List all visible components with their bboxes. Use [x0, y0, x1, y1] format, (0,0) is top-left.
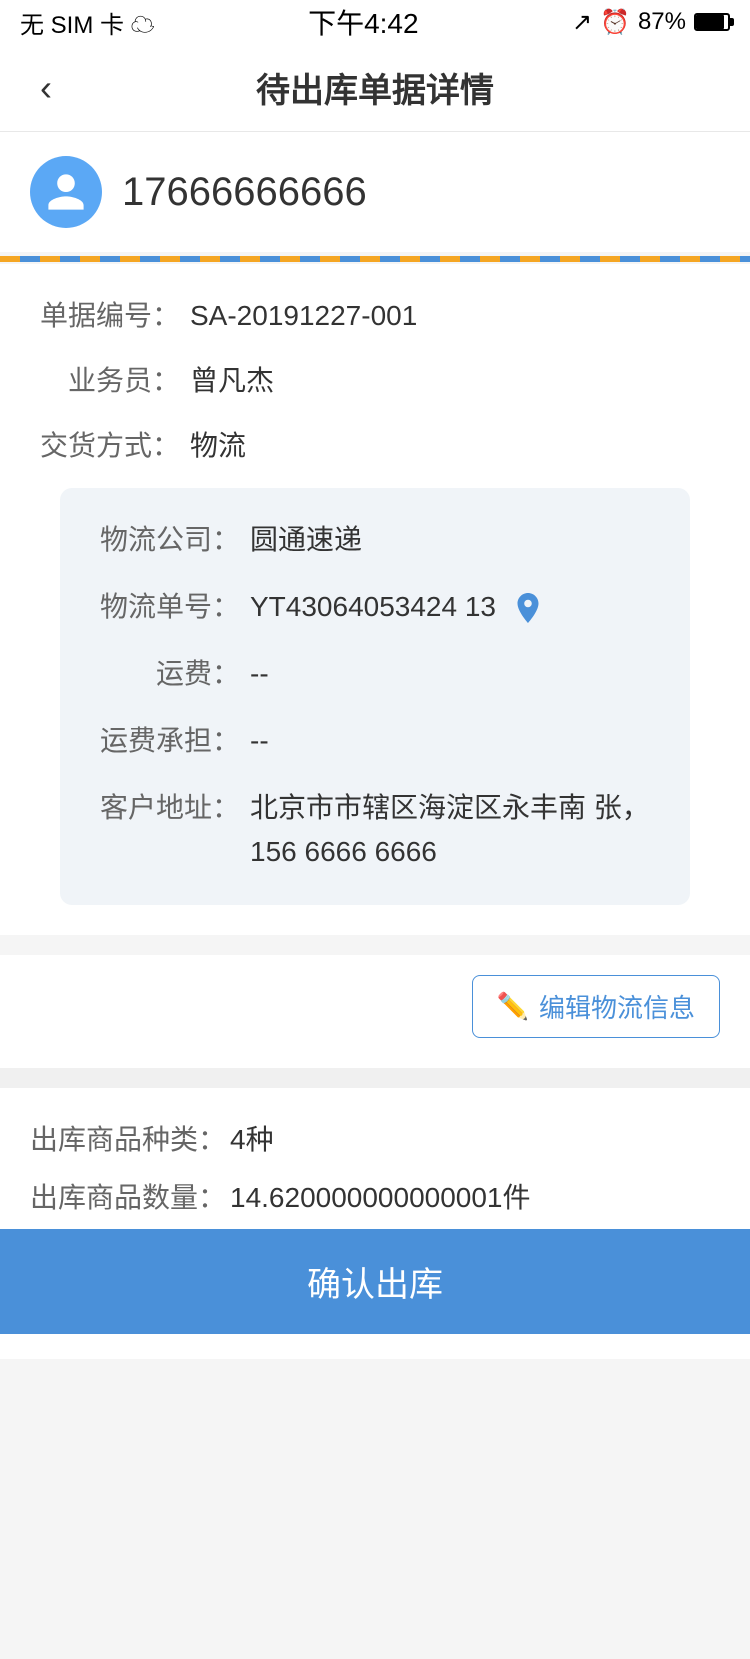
salesman-value: 曾凡杰 — [190, 359, 720, 404]
status-time: 下午4:42 — [308, 2, 419, 42]
salesman-label: 业务员： — [30, 359, 190, 404]
bottom-spacer — [0, 1359, 750, 1559]
order-number-row: 单据编号： SA-20191227-001 — [30, 294, 720, 339]
sim-status: 无 SIM 卡 ☁ — [20, 5, 155, 40]
logistics-tracking-label: 物流单号： — [90, 585, 250, 630]
map-pin-icon[interactable] — [510, 590, 546, 626]
freight-label: 运费： — [90, 652, 250, 697]
edit-icon: ✏️ — [497, 991, 529, 1022]
quantity-row: 出库商品数量： 14.620000000000001件 — [30, 1176, 720, 1216]
freight-bearer-value: -- — [250, 719, 660, 764]
customer-address-value: 北京市市辖区海淀区永丰南 张，156 6666 6666 — [250, 786, 660, 876]
battery-icon — [694, 13, 730, 31]
gray-divider — [0, 1068, 750, 1088]
edit-logistics-label: 编辑物流信息 — [539, 988, 695, 1025]
dashed-divider — [0, 256, 750, 262]
delivery-row: 交货方式： 物流 — [30, 424, 720, 469]
salesman-row: 业务员： 曾凡杰 — [30, 359, 720, 404]
status-bar: 无 SIM 卡 ☁ 下午4:42 ↗ ⏰ 87% — [0, 0, 750, 44]
customer-address-row: 客户地址： 北京市市辖区海淀区永丰南 张，156 6666 6666 — [90, 786, 660, 876]
freight-row: 运费： -- — [90, 652, 660, 697]
user-header: 17666666666 — [0, 132, 750, 252]
user-icon — [44, 170, 88, 214]
category-row: 出库商品种类： 4种 — [30, 1118, 720, 1158]
logistics-tracking-row: 物流单号： YT43064053424 13 — [90, 585, 660, 630]
logistics-tracking-value: YT43064053424 13 — [250, 585, 660, 630]
back-button[interactable]: ‹ — [30, 57, 62, 119]
logistics-card: 物流公司： 圆通速递 物流单号： YT43064053424 13 运费： --… — [60, 488, 690, 905]
logistics-company-value: 圆通速递 — [250, 518, 660, 563]
delivery-label: 交货方式： — [30, 424, 190, 469]
quantity-label: 出库商品数量： — [30, 1176, 230, 1216]
order-number-value: SA-20191227-001 — [190, 294, 720, 339]
avatar — [30, 156, 102, 228]
freight-value: -- — [250, 652, 660, 697]
status-right: ↗ ⏰ 87% — [572, 8, 730, 37]
confirm-btn-wrap: 确认出库 — [0, 1229, 750, 1334]
category-label: 出库商品种类： — [30, 1118, 230, 1158]
freight-bearer-row: 运费承担： -- — [90, 719, 660, 764]
edit-btn-row: ✏️ 编辑物流信息 — [0, 955, 750, 1068]
freight-bearer-label: 运费承担： — [90, 719, 250, 764]
quantity-value: 14.620000000000001件 — [230, 1176, 531, 1216]
user-phone: 17666666666 — [122, 170, 367, 215]
summary-section: 出库商品种类： 4种 出库商品数量： 14.620000000000001件 — [0, 1088, 750, 1246]
page-title: 待出库单据详情 — [256, 63, 494, 112]
nav-bar: ‹ 待出库单据详情 — [0, 44, 750, 132]
delivery-value: 物流 — [190, 424, 720, 469]
edit-logistics-button[interactable]: ✏️ 编辑物流信息 — [472, 975, 720, 1038]
location-status-icon: ↗ — [572, 8, 592, 37]
customer-address-label: 客户地址： — [90, 786, 250, 831]
alarm-icon: ⏰ — [600, 8, 630, 37]
logistics-company-label: 物流公司： — [90, 518, 250, 563]
status-left: 无 SIM 卡 ☁ — [20, 5, 155, 40]
category-value: 4种 — [230, 1118, 274, 1158]
logistics-company-row: 物流公司： 圆通速递 — [90, 518, 660, 563]
battery-level: 87% — [638, 8, 686, 36]
order-info-section: 单据编号： SA-20191227-001 业务员： 曾凡杰 交货方式： 物流 … — [0, 264, 750, 935]
order-number-label: 单据编号： — [30, 294, 190, 339]
confirm-outbound-button[interactable]: 确认出库 — [30, 1257, 720, 1306]
